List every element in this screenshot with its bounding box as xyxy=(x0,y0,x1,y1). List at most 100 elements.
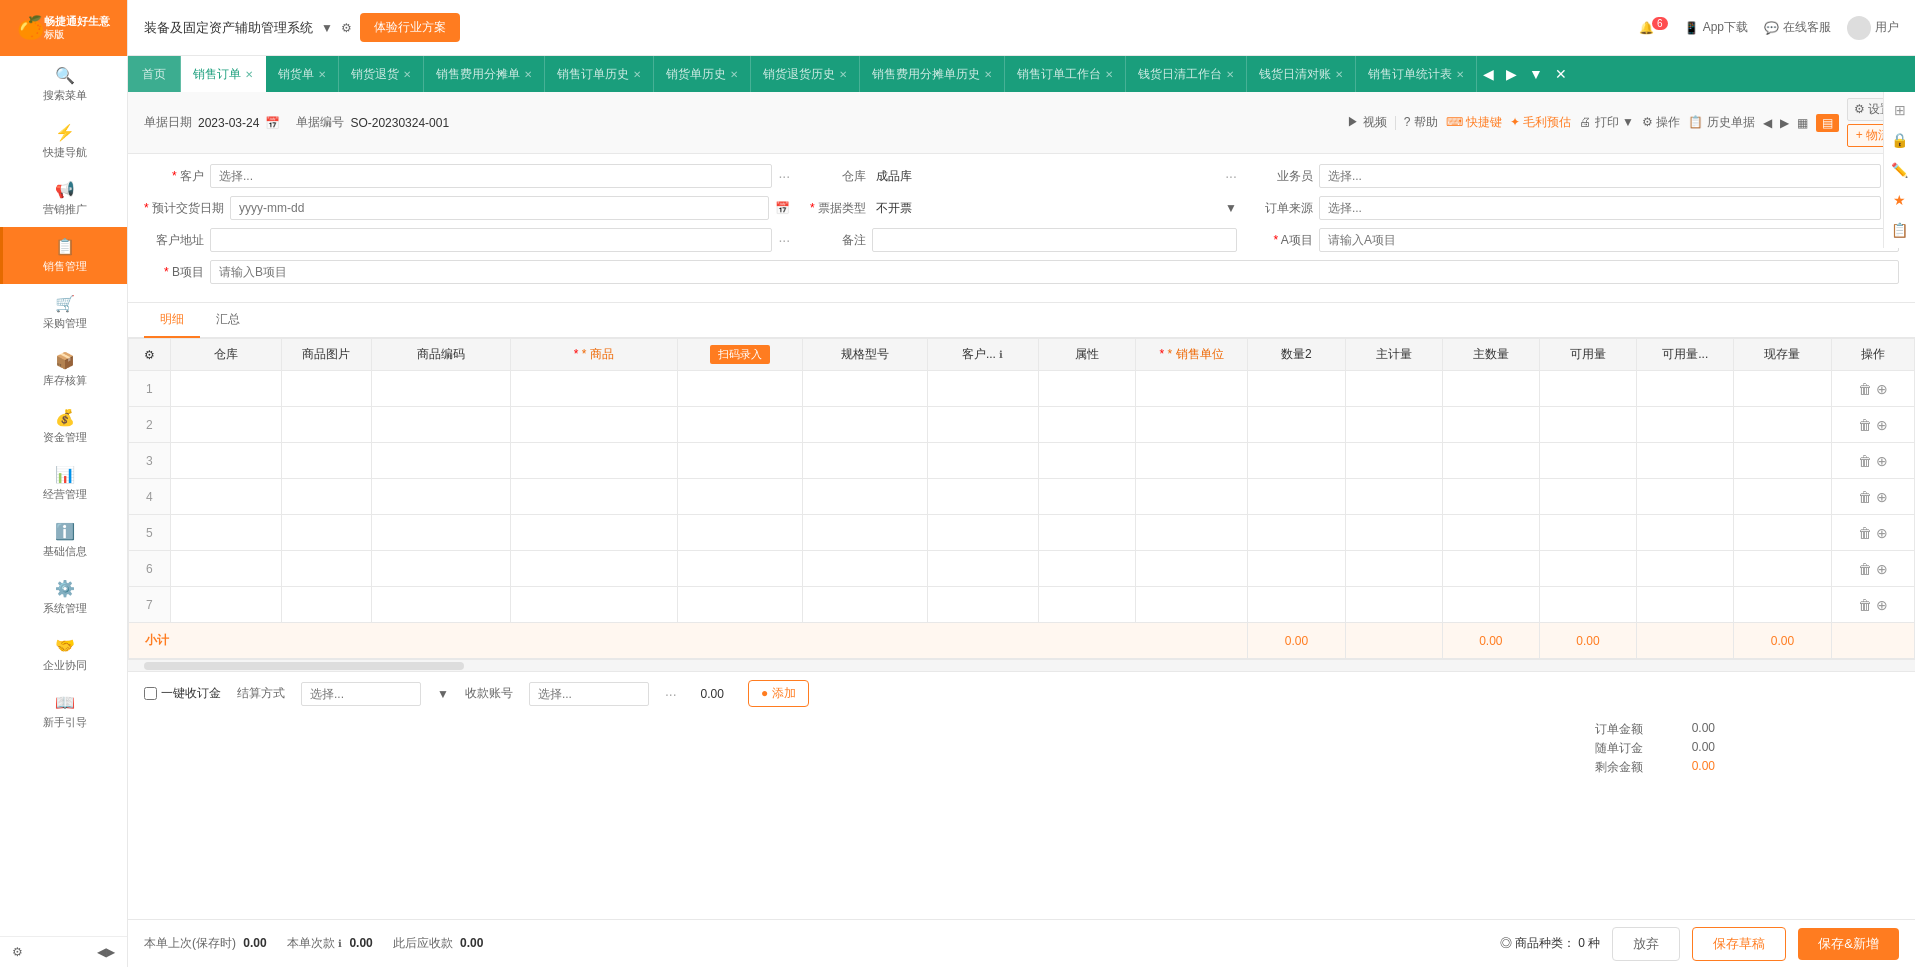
td-image[interactable] xyxy=(281,479,371,515)
td-customer-code[interactable] xyxy=(927,371,1038,407)
td-main-qty[interactable] xyxy=(1442,479,1539,515)
td-main-unit[interactable] xyxy=(1345,479,1442,515)
sidebar-item-operations[interactable]: 📊 经营管理 xyxy=(0,455,127,512)
prev-debt-info-btn[interactable]: ℹ xyxy=(338,938,342,949)
sidebar-item-system[interactable]: ⚙️ 系统管理 xyxy=(0,569,127,626)
td-spec[interactable] xyxy=(802,551,927,587)
order-source-input[interactable] xyxy=(1319,196,1881,220)
tab-dropdown-btn[interactable]: ▼ xyxy=(1523,56,1549,92)
horizontal-scrollbar[interactable] xyxy=(144,662,464,670)
th-spec[interactable]: 规格型号 xyxy=(802,339,927,371)
th-avail[interactable]: 可用量 xyxy=(1539,339,1636,371)
td-main-unit[interactable] xyxy=(1345,551,1442,587)
tab-close-icon[interactable]: ✕ xyxy=(1456,69,1464,80)
tab-next-btn[interactable]: ▶ xyxy=(1500,56,1523,92)
right-panel-grid-btn[interactable]: ⊞ xyxy=(1886,96,1914,124)
td-main-qty[interactable] xyxy=(1442,443,1539,479)
tab-close-icon[interactable]: ✕ xyxy=(1105,69,1113,80)
td-warehouse[interactable] xyxy=(170,443,281,479)
td-product[interactable] xyxy=(510,551,677,587)
tab-close-icon[interactable]: ✕ xyxy=(524,69,532,80)
sidebar-item-marketing[interactable]: 📢 营销推广 xyxy=(0,170,127,227)
td-avail2[interactable] xyxy=(1637,515,1734,551)
th-settings[interactable]: ⚙ xyxy=(129,339,171,371)
td-image[interactable] xyxy=(281,515,371,551)
right-panel-edit-btn[interactable]: ✏️ xyxy=(1886,156,1914,184)
td-avail2[interactable] xyxy=(1637,587,1734,623)
td-qty2[interactable] xyxy=(1248,443,1345,479)
collapse-sidebar-btn[interactable]: ◀▶ xyxy=(97,945,115,959)
tab-close-icon[interactable]: ✕ xyxy=(403,69,411,80)
td-stock[interactable] xyxy=(1734,515,1831,551)
sidebar-item-inventory[interactable]: 📦 库存核算 xyxy=(0,341,127,398)
td-main-unit[interactable] xyxy=(1345,587,1442,623)
td-stock[interactable] xyxy=(1734,371,1831,407)
td-customer-code[interactable] xyxy=(927,515,1038,551)
sidebar-item-enterprise[interactable]: 🤝 企业协同 xyxy=(0,626,127,683)
td-avail2[interactable] xyxy=(1637,371,1734,407)
td-main-unit[interactable] xyxy=(1345,443,1442,479)
td-avail[interactable] xyxy=(1539,407,1636,443)
td-attr[interactable] xyxy=(1038,371,1135,407)
sidebar-item-guide[interactable]: 📖 新手引导 xyxy=(0,683,127,740)
td-avail[interactable] xyxy=(1539,587,1636,623)
td-unit[interactable] xyxy=(1135,407,1248,443)
solution-btn[interactable]: 体验行业方案 xyxy=(360,13,460,42)
td-product[interactable] xyxy=(510,371,677,407)
td-avail2[interactable] xyxy=(1637,443,1734,479)
td-code[interactable] xyxy=(372,551,511,587)
td-warehouse[interactable] xyxy=(170,371,281,407)
td-avail[interactable] xyxy=(1539,515,1636,551)
help-btn[interactable]: ? 帮助 xyxy=(1404,114,1438,131)
td-warehouse[interactable] xyxy=(170,407,281,443)
td-image[interactable] xyxy=(281,407,371,443)
tab-close-all-btn[interactable]: ✕ xyxy=(1549,56,1573,92)
shortcut-btn[interactable]: ⌨ 快捷键 xyxy=(1446,114,1502,131)
tab-stats[interactable]: 销售订单统计表 ✕ xyxy=(1356,56,1477,92)
print-btn[interactable]: 🖨 打印 ▼ xyxy=(1579,114,1634,131)
tab-sales-expense[interactable]: 销售费用分摊单 ✕ xyxy=(424,56,545,92)
td-main-qty[interactable] xyxy=(1442,587,1539,623)
row-delete-btn[interactable]: 🗑 xyxy=(1858,597,1872,613)
td-avail[interactable] xyxy=(1539,551,1636,587)
sidebar-item-sales[interactable]: 📋 销售管理 xyxy=(0,227,127,284)
user-area[interactable]: 用户 xyxy=(1847,16,1899,40)
view-btn[interactable]: ▶ 视频 xyxy=(1347,114,1386,131)
td-image[interactable] xyxy=(281,371,371,407)
th-main-qty[interactable]: 主数量 xyxy=(1442,339,1539,371)
one-click-order-check[interactable] xyxy=(144,687,157,700)
td-avail2[interactable] xyxy=(1637,551,1734,587)
settle-input[interactable] xyxy=(301,682,421,706)
remark-input[interactable] xyxy=(872,228,1237,252)
th-customer-code[interactable]: 客户... ℹ xyxy=(927,339,1038,371)
sidebar-item-purchase[interactable]: 🛒 采购管理 xyxy=(0,284,127,341)
td-attr[interactable] xyxy=(1038,407,1135,443)
right-panel-doc-btn[interactable]: 📋 xyxy=(1886,216,1914,244)
row-copy-btn[interactable]: ⊕ xyxy=(1876,453,1888,469)
td-qty2[interactable] xyxy=(1248,551,1345,587)
tab-close-icon[interactable]: ✕ xyxy=(984,69,992,80)
tab-close-icon[interactable]: ✕ xyxy=(1335,69,1343,80)
app-download-link[interactable]: 📱 App下载 xyxy=(1684,19,1748,36)
th-product[interactable]: * 商品 xyxy=(510,339,677,371)
th-warehouse[interactable]: 仓库 xyxy=(170,339,281,371)
td-main-unit[interactable] xyxy=(1345,515,1442,551)
td-avail[interactable] xyxy=(1539,371,1636,407)
th-code[interactable]: 商品编码 xyxy=(372,339,511,371)
staff-input[interactable] xyxy=(1319,164,1881,188)
tab-invoice-history[interactable]: 销货单历史 ✕ xyxy=(654,56,751,92)
grid-view-btn[interactable]: ▦ xyxy=(1797,116,1808,130)
td-main-qty[interactable] xyxy=(1442,551,1539,587)
td-unit[interactable] xyxy=(1135,587,1248,623)
save-draft-btn[interactable]: 保存草稿 xyxy=(1692,927,1786,961)
tab-order-workbench[interactable]: 销售订单工作台 ✕ xyxy=(1005,56,1126,92)
td-code[interactable] xyxy=(372,479,511,515)
row-copy-btn[interactable]: ⊕ xyxy=(1876,561,1888,577)
td-spec[interactable] xyxy=(802,371,927,407)
date-picker-btn[interactable]: 📅 xyxy=(265,116,280,130)
sidebar-item-search[interactable]: 🔍 搜索菜单 xyxy=(0,56,127,113)
row-delete-btn[interactable]: 🗑 xyxy=(1858,561,1872,577)
a-project-input[interactable] xyxy=(1319,228,1899,252)
row-delete-btn[interactable]: 🗑 xyxy=(1858,525,1872,541)
td-main-unit[interactable] xyxy=(1345,371,1442,407)
